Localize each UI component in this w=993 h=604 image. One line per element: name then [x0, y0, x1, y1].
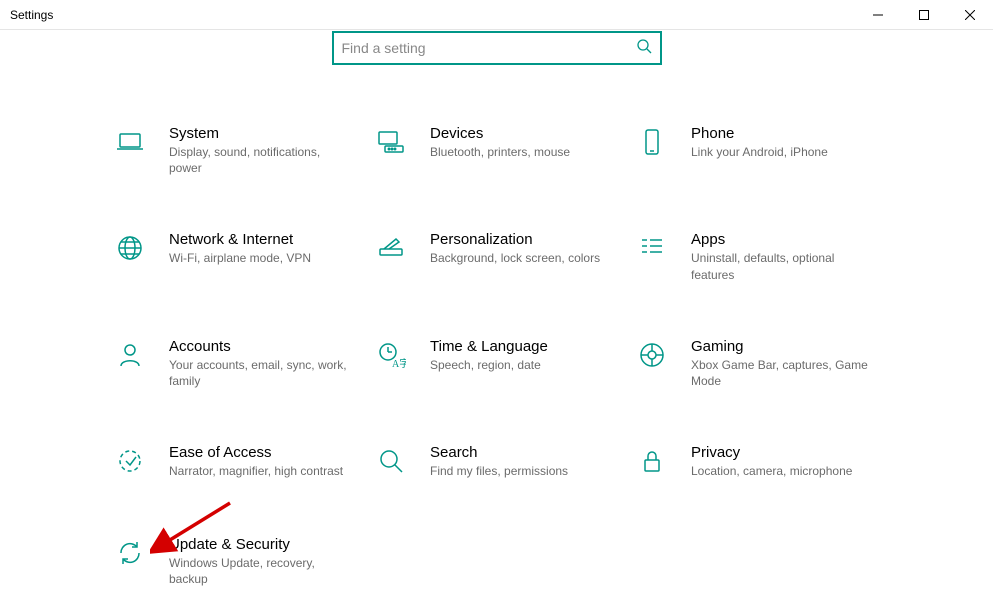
category-description: Link your Android, iPhone	[691, 144, 877, 160]
update-icon	[115, 538, 151, 573]
window-title: Settings	[10, 8, 53, 22]
category-label: Devices	[430, 125, 616, 142]
category-phone[interactable]: Phone Link your Android, iPhone	[637, 125, 877, 176]
category-label: Time & Language	[430, 338, 616, 355]
lock-icon	[637, 446, 673, 481]
category-personalization[interactable]: Personalization Background, lock screen, …	[376, 231, 616, 282]
category-gaming[interactable]: Gaming Xbox Game Bar, captures, Game Mode	[637, 338, 877, 389]
category-ease-of-access[interactable]: Ease of Access Narrator, magnifier, high …	[115, 444, 355, 481]
search-input[interactable]	[342, 40, 636, 56]
category-label: Personalization	[430, 231, 616, 248]
category-label: Network & Internet	[169, 231, 355, 248]
gaming-icon	[637, 340, 673, 375]
search-icon	[376, 446, 412, 481]
laptop-icon	[115, 127, 151, 162]
category-description: Display, sound, notifications, power	[169, 144, 355, 176]
category-label: Apps	[691, 231, 877, 248]
category-label: Ease of Access	[169, 444, 355, 461]
category-apps[interactable]: Apps Uninstall, defaults, optional featur…	[637, 231, 877, 282]
apps-icon	[637, 233, 673, 268]
category-description: Bluetooth, printers, mouse	[430, 144, 616, 160]
category-description: Windows Update, recovery, backup	[169, 555, 355, 587]
time-language-icon	[376, 340, 412, 375]
category-description: Narrator, magnifier, high contrast	[169, 463, 355, 479]
category-privacy[interactable]: Privacy Location, camera, microphone	[637, 444, 877, 481]
maximize-button[interactable]	[901, 0, 947, 30]
category-label: Phone	[691, 125, 877, 142]
search-icon	[636, 38, 652, 59]
category-description: Your accounts, email, sync, work, family	[169, 357, 355, 389]
devices-icon	[376, 127, 412, 162]
globe-icon	[115, 233, 151, 268]
window-controls	[855, 0, 993, 30]
window-titlebar: Settings	[0, 0, 993, 30]
category-time-language[interactable]: Time & Language Speech, region, date	[376, 338, 616, 389]
person-icon	[115, 340, 151, 375]
category-label: Update & Security	[169, 536, 355, 553]
category-search[interactable]: Search Find my files, permissions	[376, 444, 616, 481]
phone-icon	[637, 127, 673, 162]
category-accounts[interactable]: Accounts Your accounts, email, sync, work…	[115, 338, 355, 389]
category-description: Find my files, permissions	[430, 463, 616, 479]
category-description: Background, lock screen, colors	[430, 250, 616, 266]
settings-grid: System Display, sound, notifications, pow…	[115, 125, 878, 588]
category-label: Search	[430, 444, 616, 461]
category-description: Xbox Game Bar, captures, Game Mode	[691, 357, 877, 389]
close-button[interactable]	[947, 0, 993, 30]
category-label: Gaming	[691, 338, 877, 355]
search-container	[0, 31, 993, 65]
paintbrush-icon	[376, 233, 412, 268]
search-box[interactable]	[332, 31, 662, 65]
ease-of-access-icon	[115, 446, 151, 481]
minimize-button[interactable]	[855, 0, 901, 30]
category-label: Privacy	[691, 444, 877, 461]
category-devices[interactable]: Devices Bluetooth, printers, mouse	[376, 125, 616, 176]
category-description: Uninstall, defaults, optional features	[691, 250, 877, 282]
category-system[interactable]: System Display, sound, notifications, pow…	[115, 125, 355, 176]
category-update-security[interactable]: Update & Security Windows Update, recover…	[115, 536, 355, 587]
category-network-internet[interactable]: Network & Internet Wi-Fi, airplane mode, …	[115, 231, 355, 282]
category-description: Speech, region, date	[430, 357, 616, 373]
category-label: System	[169, 125, 355, 142]
category-description: Location, camera, microphone	[691, 463, 877, 479]
category-description: Wi-Fi, airplane mode, VPN	[169, 250, 355, 266]
category-label: Accounts	[169, 338, 355, 355]
